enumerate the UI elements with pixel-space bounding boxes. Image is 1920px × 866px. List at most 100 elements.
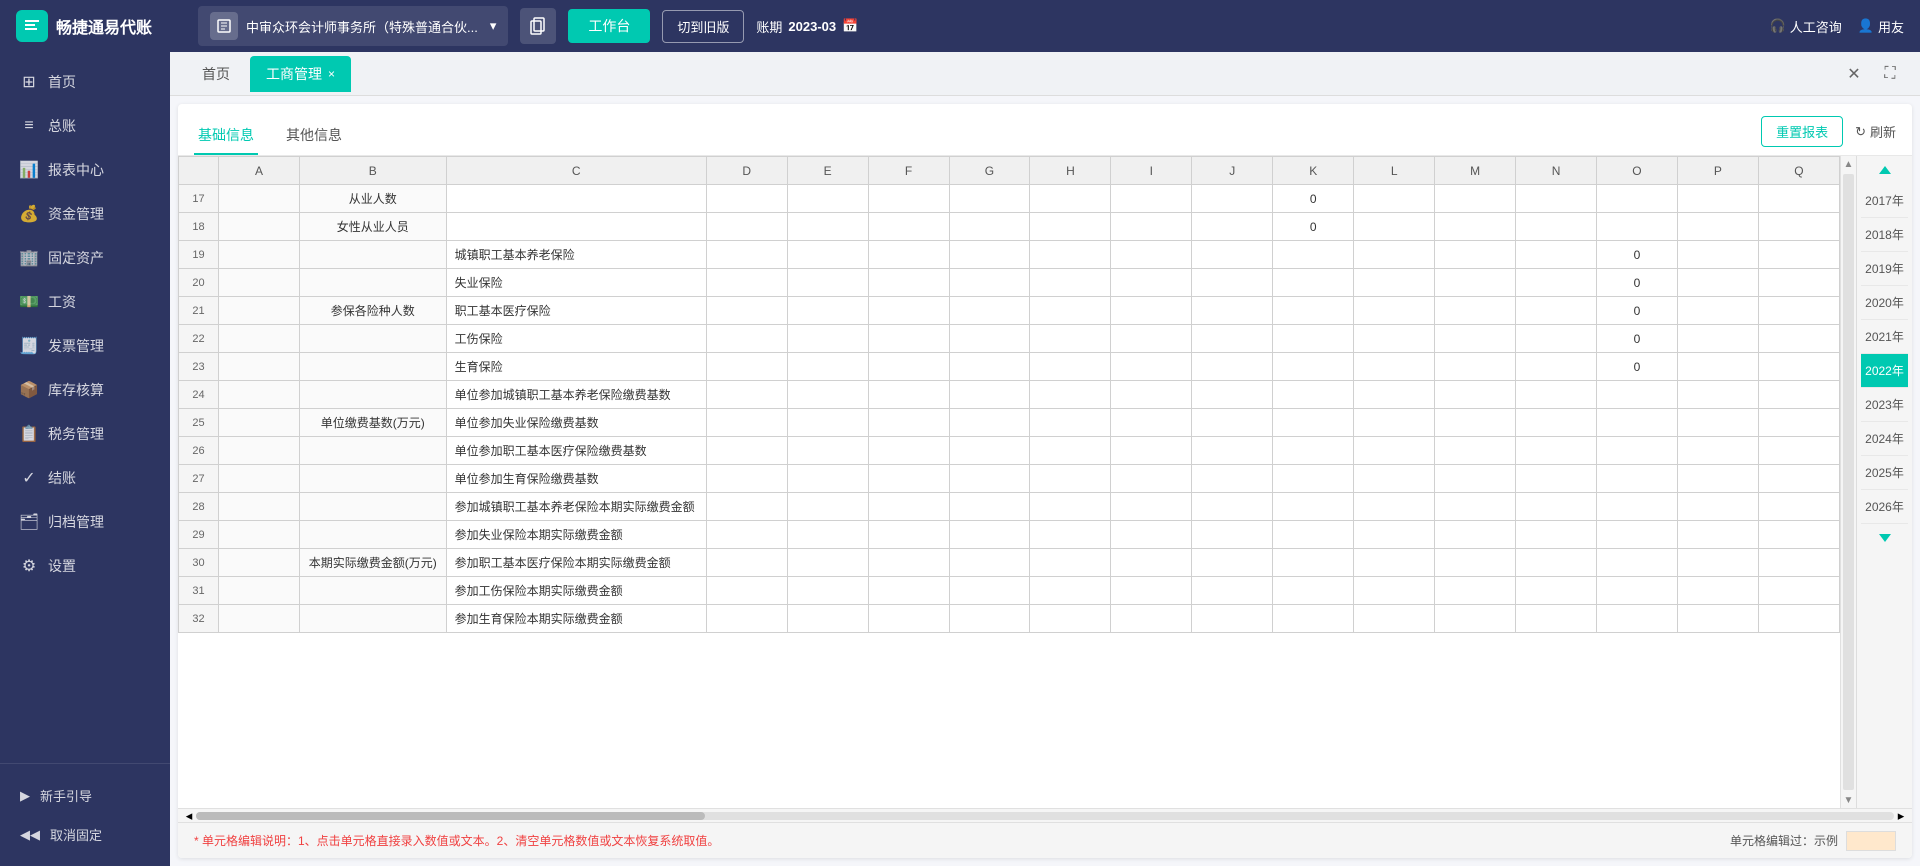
user-area[interactable]: 👤 用友 <box>1858 17 1904 36</box>
table-cell[interactable] <box>1192 325 1273 353</box>
table-cell[interactable] <box>706 241 787 269</box>
table-cell[interactable] <box>219 241 300 269</box>
sidebar-item-unpin[interactable]: ◀◀ 取消固定 <box>0 815 170 854</box>
table-cell[interactable]: 参加生育保险本期实际缴费金额 <box>446 605 706 633</box>
table-cell[interactable]: 女性从业人员 <box>299 213 446 241</box>
table-cell[interactable] <box>1111 549 1192 577</box>
table-cell[interactable] <box>868 605 949 633</box>
table-cell[interactable] <box>706 409 787 437</box>
table-cell[interactable] <box>1758 521 1839 549</box>
table-cell[interactable] <box>1030 549 1111 577</box>
table-cell[interactable] <box>1597 409 1678 437</box>
table-cell[interactable] <box>1030 297 1111 325</box>
table-cell[interactable] <box>787 269 868 297</box>
table-cell[interactable] <box>299 577 446 605</box>
table-cell[interactable] <box>1597 185 1678 213</box>
table-cell[interactable] <box>706 465 787 493</box>
table-cell[interactable] <box>1354 549 1435 577</box>
table-cell[interactable] <box>1354 353 1435 381</box>
table-cell[interactable] <box>1758 185 1839 213</box>
table-cell[interactable] <box>787 577 868 605</box>
table-cell[interactable]: 失业保险 <box>446 269 706 297</box>
table-cell[interactable] <box>219 605 300 633</box>
year-panel-down[interactable] <box>1857 524 1912 552</box>
table-cell[interactable] <box>868 549 949 577</box>
year-item[interactable]: 2024年 <box>1861 422 1908 456</box>
table-cell[interactable] <box>219 381 300 409</box>
table-cell[interactable]: 从业人数 <box>299 185 446 213</box>
table-cell[interactable]: 0 <box>1597 241 1678 269</box>
table-cell[interactable] <box>1354 241 1435 269</box>
table-cell[interactable] <box>219 185 300 213</box>
table-cell[interactable] <box>219 437 300 465</box>
table-cell[interactable] <box>868 521 949 549</box>
table-cell[interactable] <box>868 269 949 297</box>
year-item[interactable]: 2021年 <box>1861 320 1908 354</box>
table-cell[interactable] <box>1111 521 1192 549</box>
table-cell[interactable] <box>949 297 1030 325</box>
table-cell[interactable] <box>706 325 787 353</box>
sidebar-item-inventory[interactable]: 📦 库存核算 <box>0 368 170 412</box>
table-cell[interactable] <box>706 577 787 605</box>
reset-report-button[interactable]: 重置报表 <box>1761 116 1843 147</box>
table-cell[interactable]: 参保各险种人数 <box>299 297 446 325</box>
table-cell[interactable] <box>949 437 1030 465</box>
table-cell[interactable] <box>949 241 1030 269</box>
table-cell[interactable] <box>1516 549 1597 577</box>
table-cell[interactable] <box>706 437 787 465</box>
table-cell[interactable] <box>1192 409 1273 437</box>
table-cell[interactable] <box>1111 465 1192 493</box>
year-item[interactable]: 2023年 <box>1861 388 1908 422</box>
table-cell[interactable] <box>1192 269 1273 297</box>
table-cell[interactable] <box>1516 493 1597 521</box>
table-cell[interactable] <box>1758 437 1839 465</box>
table-cell[interactable]: 单位缴费基数(万元) <box>299 409 446 437</box>
table-cell[interactable] <box>1677 577 1758 605</box>
table-cell[interactable] <box>787 409 868 437</box>
table-cell[interactable] <box>706 297 787 325</box>
table-cell[interactable] <box>787 521 868 549</box>
table-cell[interactable] <box>446 213 706 241</box>
table-cell[interactable] <box>1516 325 1597 353</box>
table-cell[interactable] <box>1030 325 1111 353</box>
table-cell[interactable] <box>299 269 446 297</box>
table-cell[interactable] <box>1677 353 1758 381</box>
table-cell[interactable] <box>219 521 300 549</box>
tab-close-icon[interactable]: × <box>328 67 335 81</box>
table-cell[interactable] <box>1030 577 1111 605</box>
table-cell[interactable] <box>1435 493 1516 521</box>
table-cell[interactable] <box>949 325 1030 353</box>
table-cell[interactable] <box>1111 185 1192 213</box>
table-cell[interactable] <box>868 381 949 409</box>
table-cell[interactable] <box>1192 185 1273 213</box>
table-cell[interactable] <box>1597 521 1678 549</box>
table-cell[interactable] <box>1354 409 1435 437</box>
table-cell[interactable] <box>1273 493 1354 521</box>
table-cell[interactable] <box>1758 213 1839 241</box>
table-cell[interactable]: 0 <box>1597 353 1678 381</box>
table-cell[interactable] <box>1030 269 1111 297</box>
table-cell[interactable] <box>1516 353 1597 381</box>
table-cell[interactable]: 本期实际缴费金额(万元) <box>299 549 446 577</box>
tab-close-btn[interactable]: ✕ <box>1840 60 1868 88</box>
table-cell[interactable] <box>1597 437 1678 465</box>
table-cell[interactable] <box>1030 437 1111 465</box>
table-cell[interactable] <box>1192 437 1273 465</box>
table-cell[interactable] <box>1758 241 1839 269</box>
table-cell[interactable] <box>1030 241 1111 269</box>
table-cell[interactable] <box>787 213 868 241</box>
copy-icon[interactable] <box>520 8 556 44</box>
table-cell[interactable] <box>1677 437 1758 465</box>
sidebar-item-archive[interactable]: 🗂 归档管理 <box>0 500 170 544</box>
table-cell[interactable] <box>1111 381 1192 409</box>
scroll-up-arrow[interactable]: ▲ <box>1841 156 1856 172</box>
table-cell[interactable]: 0 <box>1597 269 1678 297</box>
table-cell[interactable] <box>1111 297 1192 325</box>
table-cell[interactable] <box>1516 521 1597 549</box>
table-cell[interactable] <box>949 353 1030 381</box>
table-cell[interactable] <box>1677 381 1758 409</box>
table-cell[interactable] <box>787 437 868 465</box>
table-cell[interactable] <box>1677 493 1758 521</box>
sub-tab-other[interactable]: 其他信息 <box>282 117 346 155</box>
table-cell[interactable] <box>446 185 706 213</box>
